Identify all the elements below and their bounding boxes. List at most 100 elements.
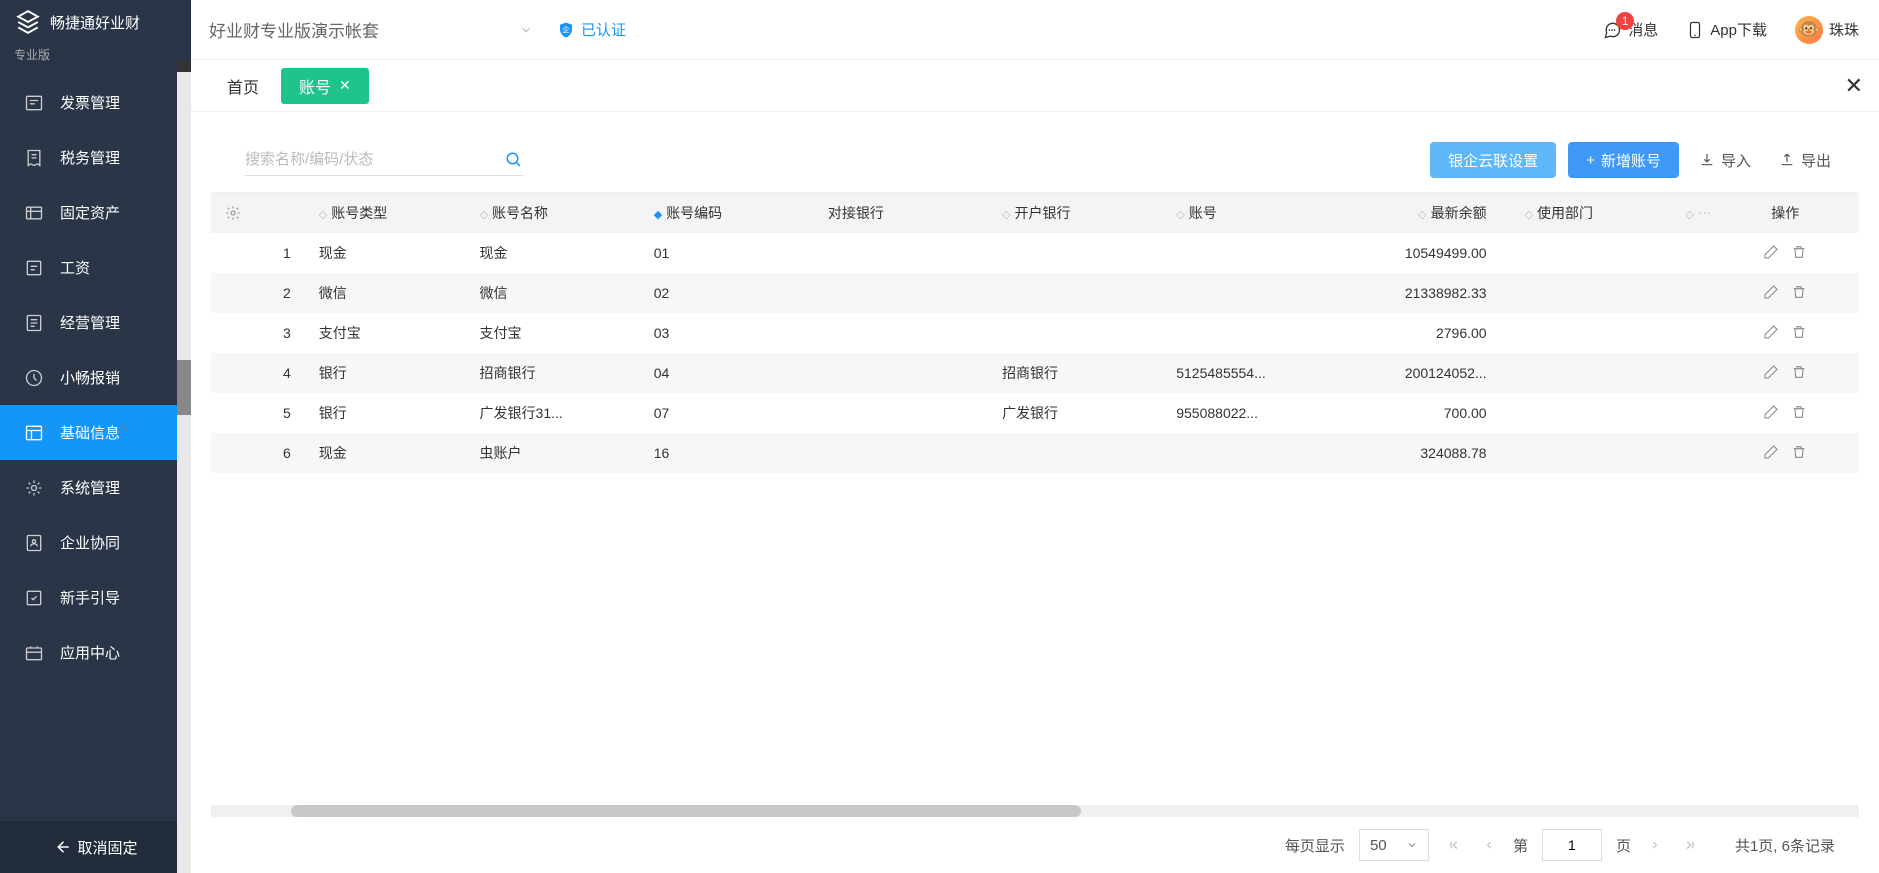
import-icon — [1699, 152, 1715, 168]
delete-icon[interactable] — [1791, 364, 1807, 380]
cell-name: 微信 — [466, 273, 640, 313]
sidebar-nav: 发票管理税务管理固定资产工资经营管理小畅报销基础信息系统管理企业协同新手引导应用… — [0, 71, 191, 821]
sidebar-item-3[interactable]: 工资 — [0, 240, 191, 295]
unpin-button[interactable]: 取消固定 — [0, 821, 191, 873]
th-dockbank[interactable]: 对接银行 — [814, 193, 988, 233]
th-dept[interactable]: ◇使用部门 — [1511, 193, 1672, 233]
table-row[interactable]: 6现金虫账户16324088.78 — [211, 433, 1859, 473]
cell-openbank — [988, 433, 1162, 473]
nav-label: 经营管理 — [60, 312, 120, 333]
sidebar-item-0[interactable]: 发票管理 — [0, 75, 191, 130]
yinqi-settings-button[interactable]: 银企云联设置 — [1430, 142, 1556, 178]
nav-label: 企业协同 — [60, 532, 120, 553]
app-download-label: App下载 — [1710, 19, 1767, 40]
add-account-label: 新增账号 — [1601, 150, 1661, 171]
user-menu[interactable]: 🐵 珠珠 — [1795, 16, 1859, 44]
th-openbank[interactable]: ◇开户银行 — [988, 193, 1162, 233]
page-next-button[interactable] — [1645, 839, 1665, 851]
cell-acct — [1162, 313, 1336, 353]
cell-dockbank — [814, 273, 988, 313]
export-button[interactable]: 导出 — [1771, 150, 1839, 171]
messages-button[interactable]: 1 消息 — [1602, 19, 1658, 40]
search-box — [245, 145, 523, 176]
nav-label: 系统管理 — [60, 477, 120, 498]
close-all-tabs-icon[interactable]: ✕ — [1845, 73, 1863, 99]
th-balance[interactable]: ◇最新余额 — [1336, 193, 1510, 233]
per-page-value: 50 — [1370, 837, 1387, 854]
edit-icon[interactable] — [1763, 364, 1779, 380]
sidebar-item-6[interactable]: 基础信息 — [0, 405, 191, 460]
tab-home[interactable]: 首页 — [209, 68, 277, 104]
cell-actions — [1712, 433, 1859, 473]
sidebar-item-5[interactable]: 小畅报销 — [0, 350, 191, 405]
import-button[interactable]: 导入 — [1691, 150, 1759, 171]
tab-account[interactable]: 账号 ✕ — [281, 68, 369, 104]
cell-index: 6 — [211, 433, 305, 473]
page-last-button[interactable] — [1679, 838, 1701, 852]
cell-dockbank — [814, 233, 988, 273]
edit-icon[interactable] — [1763, 284, 1779, 300]
nav-icon — [24, 203, 44, 223]
verified-text: 已认证 — [581, 19, 626, 40]
delete-icon[interactable] — [1791, 244, 1807, 260]
edit-icon[interactable] — [1763, 244, 1779, 260]
page-input[interactable] — [1542, 829, 1602, 861]
cell-acct: 955088022... — [1162, 393, 1336, 433]
sidebar-item-10[interactable]: 应用中心 — [0, 625, 191, 680]
search-icon[interactable] — [505, 151, 523, 169]
per-page-select[interactable]: 50 — [1359, 829, 1429, 861]
table-row[interactable]: 5银行广发银行31...07广发银行955088022...700.00 — [211, 393, 1859, 433]
brand-name: 畅捷通好业财 — [50, 12, 140, 33]
page-suffix: 页 — [1616, 835, 1631, 856]
table-row[interactable]: 2微信微信0221338982.33 — [211, 273, 1859, 313]
app-download-button[interactable]: App下载 — [1686, 19, 1767, 40]
sidebar-item-9[interactable]: 新手引导 — [0, 570, 191, 625]
th-extra[interactable]: ◇ — [1671, 193, 1711, 233]
add-account-button[interactable]: + 新增账号 — [1568, 142, 1679, 178]
cell-code: 04 — [640, 353, 814, 393]
tab-account-label: 账号 — [299, 74, 331, 98]
cell-actions — [1712, 313, 1859, 353]
page-prev-button[interactable] — [1479, 839, 1499, 851]
delete-icon[interactable] — [1791, 444, 1807, 460]
pagination: 每页显示 50 第 页 — [211, 817, 1859, 873]
svg-text:企: 企 — [562, 24, 570, 34]
topbar: 好业财专业版演示帐套 企 已认证 1 消息 — [191, 0, 1879, 60]
cell-openbank — [988, 273, 1162, 313]
search-input[interactable] — [245, 151, 495, 168]
sidebar-scrollbar[interactable] — [177, 60, 191, 873]
table-row[interactable]: 1现金现金0110549499.00 — [211, 233, 1859, 273]
edit-icon[interactable] — [1763, 324, 1779, 340]
sidebar-item-4[interactable]: 经营管理 — [0, 295, 191, 350]
th-code[interactable]: ◆账号编码 — [640, 193, 814, 233]
nav-label: 基础信息 — [60, 422, 120, 443]
cell-code: 16 — [640, 433, 814, 473]
per-page-label: 每页显示 — [1285, 835, 1345, 856]
nav-icon — [24, 643, 44, 663]
horizontal-scrollbar[interactable] — [211, 805, 1859, 817]
tab-close-icon[interactable]: ✕ — [339, 77, 351, 94]
delete-icon[interactable] — [1791, 284, 1807, 300]
chat-icon: 1 — [1602, 20, 1622, 40]
th-acct[interactable]: ◇账号 — [1162, 193, 1336, 233]
cell-acct — [1162, 273, 1336, 313]
sidebar-item-7[interactable]: 系统管理 — [0, 460, 191, 515]
table-row[interactable]: 4银行招商银行04招商银行5125485554...200124052... — [211, 353, 1859, 393]
edit-icon[interactable] — [1763, 404, 1779, 420]
th-type[interactable]: ◇账号类型 — [305, 193, 466, 233]
th-op: 操作 — [1712, 193, 1859, 233]
settings-column-header[interactable] — [211, 193, 305, 233]
sidebar-item-1[interactable]: 税务管理 — [0, 130, 191, 185]
page-first-button[interactable] — [1443, 838, 1465, 852]
sidebar-item-2[interactable]: 固定资产 — [0, 185, 191, 240]
table-row[interactable]: 3支付宝支付宝032796.00 — [211, 313, 1859, 353]
unpin-label: 取消固定 — [77, 837, 137, 858]
cell-code: 07 — [640, 393, 814, 433]
th-name[interactable]: ◇账号名称 — [466, 193, 640, 233]
delete-icon[interactable] — [1791, 404, 1807, 420]
delete-icon[interactable] — [1791, 324, 1807, 340]
sidebar-item-8[interactable]: 企业协同 — [0, 515, 191, 570]
avatar: 🐵 — [1795, 16, 1823, 44]
account-set-selector[interactable]: 好业财专业版演示帐套 — [209, 17, 533, 42]
edit-icon[interactable] — [1763, 444, 1779, 460]
